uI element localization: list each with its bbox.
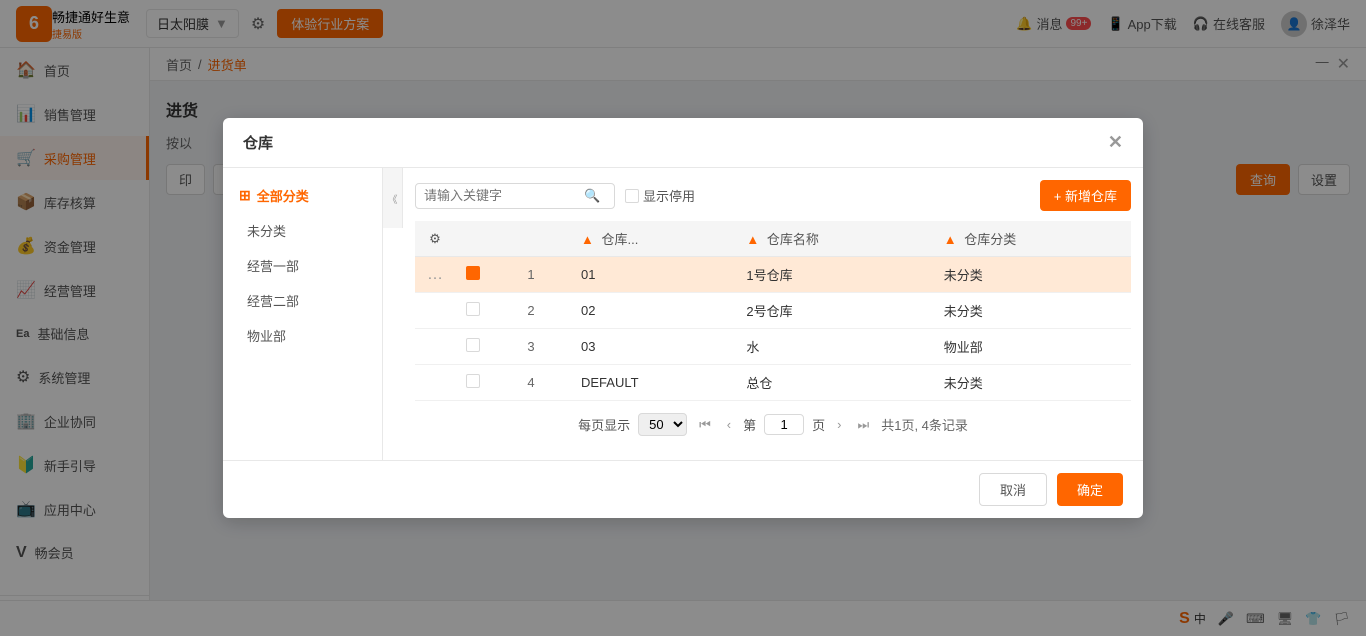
warehouse-table: ⚙ ▲ 仓库... ▲ 仓库名称 bbox=[415, 221, 1131, 401]
modal-sidebar-item-dept2[interactable]: 经营二部 bbox=[223, 283, 382, 318]
add-warehouse-btn[interactable]: + 新增仓库 bbox=[1040, 180, 1131, 211]
row-checkbox[interactable] bbox=[466, 266, 480, 280]
row-category: 未分类 bbox=[934, 257, 1131, 293]
modal-content-area: 🔍 显示停用 + 新增仓库 ⚙ bbox=[403, 168, 1143, 460]
next-page-btn[interactable]: › bbox=[833, 415, 845, 434]
first-page-btn[interactable]: ⏮ bbox=[695, 415, 715, 435]
page-input[interactable] bbox=[764, 414, 804, 435]
grid-icon: ⊞ bbox=[239, 187, 251, 204]
total-info: 共1页, 4条记录 bbox=[881, 415, 968, 434]
confirm-btn[interactable]: 确定 bbox=[1057, 473, 1123, 506]
modal-search-row: 🔍 显示停用 + 新增仓库 bbox=[415, 180, 1131, 211]
row-num: 2 bbox=[491, 293, 571, 329]
modal-sidebar-all-category[interactable]: ⊞ 全部分类 bbox=[223, 178, 382, 213]
row-checkbox[interactable] bbox=[466, 302, 480, 316]
row-category: 未分类 bbox=[934, 293, 1131, 329]
row-num: 3 bbox=[491, 329, 571, 365]
modal-sidebar-item-uncategorized[interactable]: 未分类 bbox=[223, 213, 382, 248]
row-name: 水 bbox=[736, 329, 933, 365]
row-name: 1号仓库 bbox=[736, 257, 933, 293]
search-input[interactable] bbox=[424, 188, 584, 203]
table-header-index bbox=[491, 221, 571, 257]
modal-header: 仓库 ✕ bbox=[223, 118, 1143, 168]
dots-icon[interactable]: … bbox=[427, 266, 443, 283]
search-icon[interactable]: 🔍 bbox=[584, 188, 600, 204]
table-header-code[interactable]: ▲ 仓库... bbox=[571, 221, 736, 257]
table-row[interactable]: … 1 01 1号仓库 未分类 bbox=[415, 257, 1131, 293]
modal-sidebar-item-dept1[interactable]: 经营一部 bbox=[223, 248, 382, 283]
search-group: 🔍 显示停用 bbox=[415, 183, 695, 209]
warehouse-modal: 仓库 ✕ ⊞ 全部分类 未分类 经营一部 经营二部 bbox=[223, 118, 1143, 518]
row-code: 01 bbox=[571, 257, 736, 293]
cancel-btn[interactable]: 取消 bbox=[979, 473, 1047, 506]
table-header-name[interactable]: ▲ 仓库名称 bbox=[736, 221, 933, 257]
row-action[interactable]: … bbox=[415, 365, 455, 401]
table-row[interactable]: … 3 03 水 物业部 bbox=[415, 329, 1131, 365]
table-header-category[interactable]: ▲ 仓库分类 bbox=[934, 221, 1131, 257]
row-action[interactable]: … bbox=[415, 293, 455, 329]
prev-page-btn[interactable]: ‹ bbox=[723, 415, 735, 434]
row-action[interactable]: … bbox=[415, 329, 455, 365]
sort-icon-code: ▲ bbox=[581, 232, 594, 247]
row-checkbox-cell[interactable] bbox=[455, 365, 491, 401]
row-checkbox-cell[interactable] bbox=[455, 293, 491, 329]
modal-title: 仓库 bbox=[243, 132, 273, 153]
row-checkbox-cell[interactable] bbox=[455, 257, 491, 293]
sort-icon-category: ▲ bbox=[944, 232, 957, 247]
row-checkbox[interactable] bbox=[466, 374, 480, 388]
row-checkbox-cell[interactable] bbox=[455, 329, 491, 365]
table-header-checkbox bbox=[455, 221, 491, 257]
table-row[interactable]: … 2 02 2号仓库 未分类 bbox=[415, 293, 1131, 329]
row-num: 4 bbox=[491, 365, 571, 401]
row-code: DEFAULT bbox=[571, 365, 736, 401]
row-name: 总仓 bbox=[736, 365, 933, 401]
sort-icon-name: ▲ bbox=[746, 232, 759, 247]
modal-footer: 取消 确定 bbox=[223, 460, 1143, 518]
pagination: 每页显示 50 ⏮ ‹ 第 页 › ⏭ 共1页, 4条记录 bbox=[415, 401, 1131, 448]
modal-sidebar-item-property[interactable]: 物业部 bbox=[223, 318, 382, 353]
show-disabled-label[interactable]: 显示停用 bbox=[625, 186, 695, 205]
row-code: 03 bbox=[571, 329, 736, 365]
last-page-btn[interactable]: ⏭ bbox=[854, 415, 874, 435]
modal-sidebar: ⊞ 全部分类 未分类 经营一部 经营二部 物业部 bbox=[223, 168, 383, 460]
row-name: 2号仓库 bbox=[736, 293, 933, 329]
per-page-select[interactable]: 50 bbox=[638, 413, 687, 436]
row-checkbox[interactable] bbox=[466, 338, 480, 352]
row-action[interactable]: … bbox=[415, 257, 455, 293]
show-disabled-checkbox[interactable] bbox=[625, 189, 639, 203]
table-row[interactable]: … 4 DEFAULT 总仓 未分类 bbox=[415, 365, 1131, 401]
modal-close-btn[interactable]: ✕ bbox=[1108, 132, 1123, 153]
search-box: 🔍 bbox=[415, 183, 615, 209]
row-category: 物业部 bbox=[934, 329, 1131, 365]
row-category: 未分类 bbox=[934, 365, 1131, 401]
sidebar-collapse-btn[interactable]: 《 bbox=[383, 168, 403, 228]
modal-body: ⊞ 全部分类 未分类 经营一部 经营二部 物业部 《 bbox=[223, 168, 1143, 460]
row-code: 02 bbox=[571, 293, 736, 329]
row-num: 1 bbox=[491, 257, 571, 293]
modal-overlay: 仓库 ✕ ⊞ 全部分类 未分类 经营一部 经营二部 bbox=[0, 0, 1366, 636]
table-header-gear[interactable]: ⚙ bbox=[415, 221, 455, 257]
